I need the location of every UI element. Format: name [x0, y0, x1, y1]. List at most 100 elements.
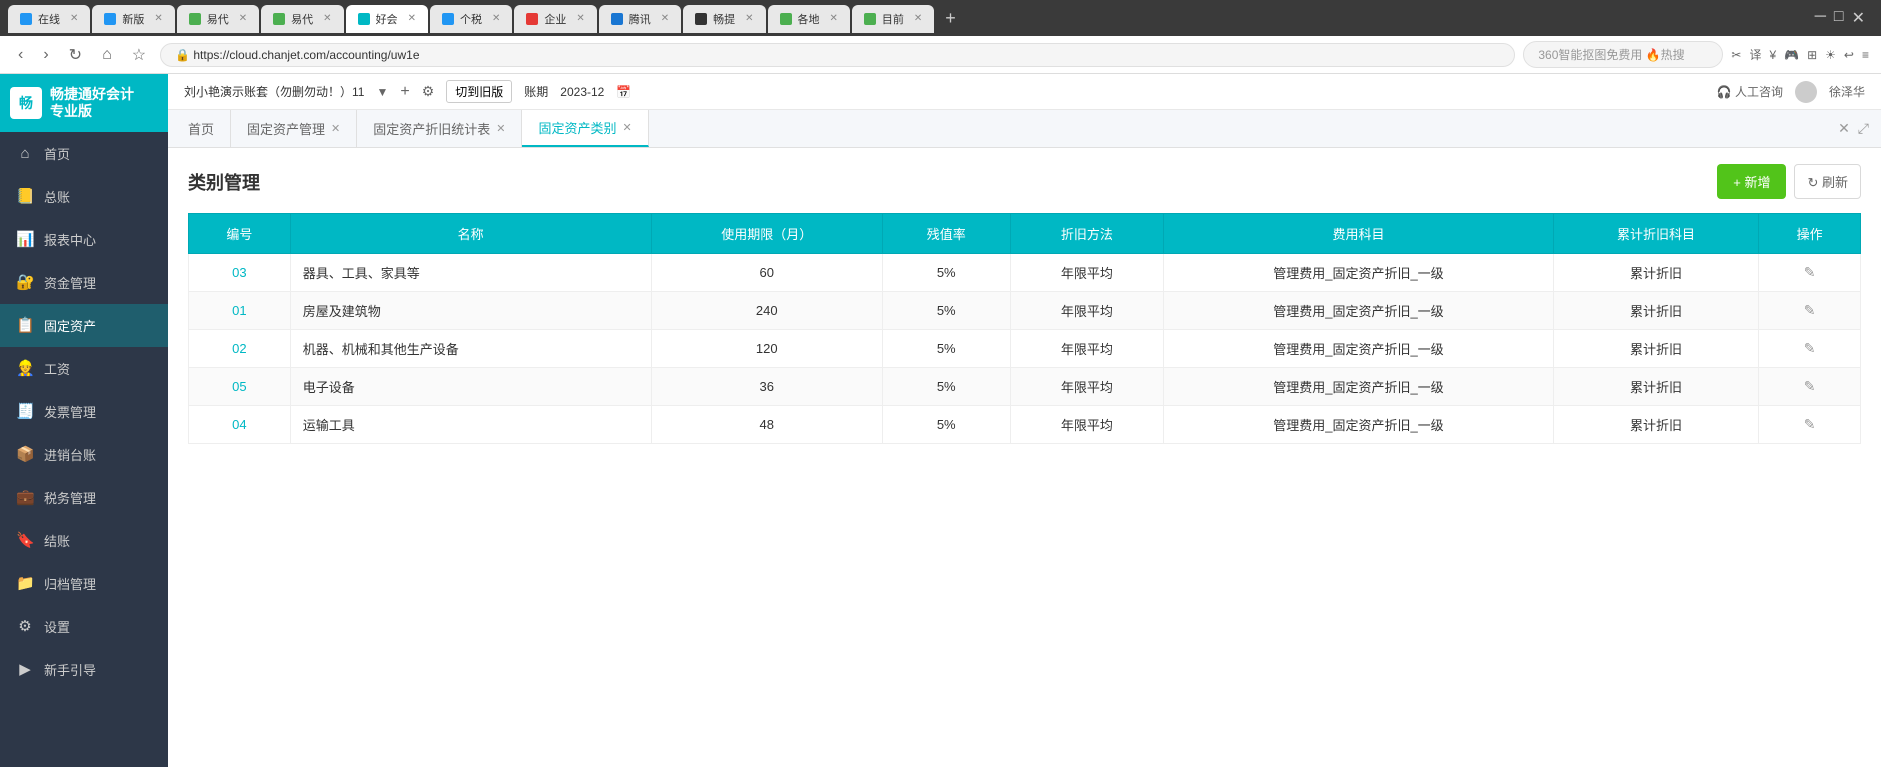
cell-period-1: 240 — [651, 292, 882, 330]
settings-icon[interactable]: ⚙ — [422, 83, 435, 100]
sidebar-item-payroll[interactable]: 👷工资 — [0, 347, 168, 390]
browser-tab-t4[interactable]: 易代✕ — [261, 5, 343, 33]
sidebar-header: 畅 畅捷通好会计 专业版 — [0, 74, 168, 132]
search-bar[interactable]: 360智能抠图免费用 🔥热搜 — [1523, 41, 1723, 68]
period-value: 2023-12 — [560, 85, 604, 99]
browser-tab-t8[interactable]: 腾讯✕ — [599, 5, 681, 33]
add-account-button[interactable]: + — [400, 83, 409, 101]
cell-method-4: 年限平均 — [1010, 406, 1164, 444]
sidebar-item-home[interactable]: ⌂首页 — [0, 132, 168, 175]
sidebar-item-fixed-assets[interactable]: 📋固定资产 — [0, 304, 168, 347]
table-row-3: 05 电子设备 36 5% 年限平均 管理费用_固定资产折旧_一级 累计折旧 ✎ — [189, 368, 1861, 406]
checkout-icon: 🔖 — [16, 531, 34, 549]
sidebar-label-capital: 资金管理 — [44, 273, 96, 292]
cell-action-1: ✎ — [1759, 292, 1861, 330]
edit-button-3[interactable]: ✎ — [1804, 378, 1816, 395]
address-bar: ‹ › ↻ ⌂ ☆ 🔒 https://cloud.chanjet.com/ac… — [0, 36, 1881, 74]
sidebar-item-checkout[interactable]: 🔖结账 — [0, 519, 168, 562]
capital-icon: 🔐 — [16, 273, 34, 291]
sidebar-label-inventory: 进销台账 — [44, 445, 96, 464]
sidebar-item-invoice[interactable]: 🧾发票管理 — [0, 390, 168, 433]
cell-method-3: 年限平均 — [1010, 368, 1164, 406]
sidebar-label-settings: 设置 — [44, 617, 70, 636]
cell-depreciation-2: 累计折旧 — [1553, 330, 1758, 368]
browser-tab-t11[interactable]: 目前✕ — [852, 5, 934, 33]
sidebar-item-archive[interactable]: 📁归档管理 — [0, 562, 168, 605]
cell-depreciation-1: 累计折旧 — [1553, 292, 1758, 330]
cell-residual-2: 5% — [882, 330, 1010, 368]
switch-version-button[interactable]: 切到旧版 — [446, 80, 512, 103]
calendar-icon[interactable]: 📅 — [616, 85, 631, 99]
ledger-icon: 📒 — [16, 187, 34, 205]
settings-icon: ⚙ — [16, 617, 34, 635]
url-bar[interactable]: 🔒 https://cloud.chanjet.com/accounting/u… — [160, 43, 1515, 67]
sidebar-item-reports[interactable]: 📊报表中心 — [0, 218, 168, 261]
cell-method-0: 年限平均 — [1010, 254, 1164, 292]
sidebar-nav: ⌂首页📒总账📊报表中心🔐资金管理📋固定资产👷工资🧾发票管理📦进销台账💼税务管理🔖… — [0, 132, 168, 767]
cell-expense-2: 管理费用_固定资产折旧_一级 — [1164, 330, 1554, 368]
cell-method-2: 年限平均 — [1010, 330, 1164, 368]
tab-close-fixed-depreciation[interactable]: ✕ — [496, 122, 505, 135]
reload-button[interactable]: ↻ — [63, 43, 88, 67]
bookmark-button[interactable]: ☆ — [126, 43, 152, 67]
cell-action-3: ✎ — [1759, 368, 1861, 406]
new-tab-button[interactable]: + — [937, 4, 964, 33]
page-tab-fixed-category[interactable]: 固定资产类别✕ — [522, 110, 648, 147]
cell-name-0: 器具、工具、家具等 — [290, 254, 651, 292]
close-window-button[interactable]: ✕ — [1852, 8, 1865, 28]
edit-button-0[interactable]: ✎ — [1804, 264, 1816, 281]
forward-button[interactable]: › — [37, 44, 54, 66]
sidebar-item-inventory[interactable]: 📦进销台账 — [0, 433, 168, 476]
edit-button-2[interactable]: ✎ — [1804, 340, 1816, 357]
cell-name-1: 房屋及建筑物 — [290, 292, 651, 330]
tab-close-fixed-category[interactable]: ✕ — [623, 121, 632, 134]
table-row-0: 03 器具、工具、家具等 60 5% 年限平均 管理费用_固定资产折旧_一级 累… — [189, 254, 1861, 292]
sidebar-item-tax[interactable]: 💼税务管理 — [0, 476, 168, 519]
guide-icon: ▶ — [16, 660, 34, 678]
browser-tab-t7[interactable]: 企业✕ — [514, 5, 596, 33]
browser-tab-t3[interactable]: 易代✕ — [177, 5, 259, 33]
page-tab-home[interactable]: 首页 — [172, 110, 231, 147]
page-title: 类别管理 — [188, 169, 260, 195]
cell-expense-3: 管理费用_固定资产折旧_一级 — [1164, 368, 1554, 406]
tab-expand-icon[interactable]: ⤢ — [1858, 120, 1869, 137]
refresh-button[interactable]: ↻ 刷新 — [1794, 164, 1861, 199]
browser-tab-t5[interactable]: 好会✕ — [346, 5, 428, 33]
sidebar-item-capital[interactable]: 🔐 资金管理 — [0, 261, 168, 304]
back-button[interactable]: ‹ — [12, 44, 29, 66]
tab-label-fixed-mgmt: 固定资产管理 — [247, 119, 325, 138]
col-header-1: 名称 — [290, 214, 651, 254]
category-table: 编号名称使用期限（月）残值率折旧方法费用科目累计折旧科目操作 03 器具、工具、… — [188, 213, 1861, 444]
sidebar-item-ledger[interactable]: 📒总账 — [0, 175, 168, 218]
cell-expense-4: 管理费用_固定资产折旧_一级 — [1164, 406, 1554, 444]
maximize-button[interactable]: □ — [1834, 8, 1844, 28]
cell-depreciation-3: 累计折旧 — [1553, 368, 1758, 406]
edit-button-4[interactable]: ✎ — [1804, 416, 1816, 433]
top-bar: 刘小艳演示账套（勿删勿动！）11 ▼ + ⚙ 切到旧版 账期 2023-12 📅… — [168, 74, 1881, 110]
home-button[interactable]: ⌂ — [96, 44, 118, 66]
tax-icon: 💼 — [16, 488, 34, 506]
consult-button[interactable]: 🎧 人工咨询 — [1717, 83, 1783, 100]
page-tab-fixed-mgmt[interactable]: 固定资产管理 ✕ — [231, 110, 357, 147]
page-tab-fixed-depreciation[interactable]: 固定资产折旧统计表 ✕ — [357, 110, 522, 147]
browser-tab-t10[interactable]: 各地✕ — [768, 5, 850, 33]
dropdown-icon[interactable]: ▼ — [376, 85, 388, 99]
browser-tab-t1[interactable]: 在线✕ — [8, 5, 90, 33]
tab-close-fixed-mgmt[interactable]: ✕ — [331, 122, 340, 135]
sidebar-item-settings[interactable]: ⚙ 设置 — [0, 605, 168, 648]
tab-label-fixed-depreciation: 固定资产折旧统计表 — [373, 119, 490, 138]
cell-name-4: 运输工具 — [290, 406, 651, 444]
tab-minimize-icon[interactable]: ✕ — [1838, 120, 1850, 137]
cell-action-4: ✎ — [1759, 406, 1861, 444]
edit-button-1[interactable]: ✎ — [1804, 302, 1816, 319]
cell-depreciation-4: 累计折旧 — [1553, 406, 1758, 444]
browser-tab-t9[interactable]: 畅提✕ — [683, 5, 765, 33]
cell-code-3: 05 — [189, 368, 291, 406]
add-button[interactable]: + 新增 — [1717, 164, 1786, 199]
window-controls: ✕ ⤢ — [1838, 120, 1877, 137]
app-name: 畅捷通好会计 专业版 — [50, 86, 134, 120]
browser-tab-t6[interactable]: 个税✕ — [430, 5, 512, 33]
minimize-button[interactable]: ─ — [1815, 8, 1826, 28]
browser-tab-t2[interactable]: 新版✕ — [92, 5, 174, 33]
sidebar-item-guide[interactable]: ▶新手引导 — [0, 648, 168, 691]
